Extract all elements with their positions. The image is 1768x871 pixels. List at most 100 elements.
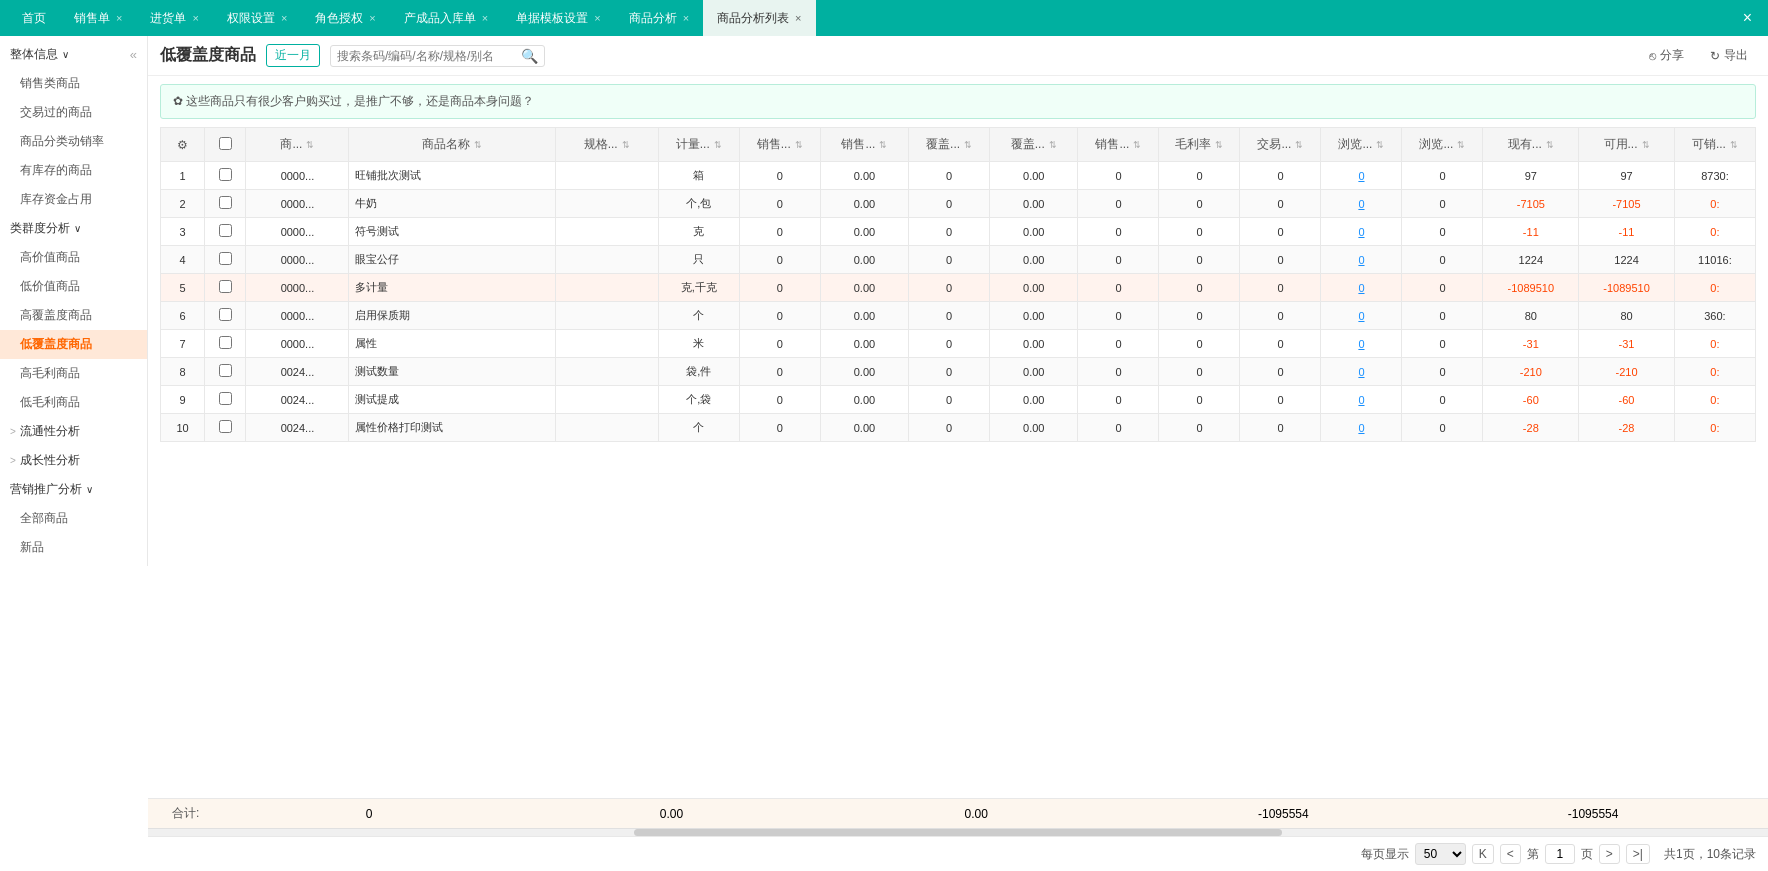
nav-item-permission[interactable]: 权限设置 × xyxy=(213,0,301,36)
row-checkbox[interactable] xyxy=(219,392,232,405)
row-checkbox[interactable] xyxy=(219,196,232,209)
sidebar-item-high-coverage[interactable]: 高覆盖度商品 xyxy=(0,301,147,330)
sidebar-section-liquidity[interactable]: > 流通性分析 xyxy=(0,417,147,446)
cell-check[interactable] xyxy=(205,162,246,190)
sidebar-item-high-value[interactable]: 高价值商品 xyxy=(0,243,147,272)
cell-check[interactable] xyxy=(205,246,246,274)
sidebar-item-new-products[interactable]: 新品 xyxy=(0,533,147,562)
cell-browse1[interactable]: 0 xyxy=(1321,190,1402,218)
close-product-analysis-icon[interactable]: × xyxy=(683,12,689,24)
sidebar-item-in-stock[interactable]: 有库存的商品 xyxy=(0,156,147,185)
search-icon[interactable]: 🔍 xyxy=(521,48,538,64)
close-role-icon[interactable]: × xyxy=(369,12,375,24)
row-checkbox[interactable] xyxy=(219,364,232,377)
first-page-button[interactable]: K xyxy=(1472,844,1494,864)
cell-check[interactable] xyxy=(205,386,246,414)
cell-check[interactable] xyxy=(205,190,246,218)
prev-page-button[interactable]: < xyxy=(1500,844,1521,864)
nav-item-product-analysis[interactable]: 商品分析 × xyxy=(615,0,703,36)
cell-check[interactable] xyxy=(205,358,246,386)
nav-item-role[interactable]: 角色授权 × xyxy=(301,0,389,36)
th-trans[interactable]: 交易...⇅ xyxy=(1240,128,1321,162)
nav-item-purchase[interactable]: 进货单 × xyxy=(136,0,212,36)
th-cover1[interactable]: 覆盖...⇅ xyxy=(909,128,990,162)
th-sales-qty[interactable]: 销售...⇅ xyxy=(739,128,820,162)
cell-browse1[interactable]: 0 xyxy=(1321,330,1402,358)
row-checkbox[interactable] xyxy=(219,420,232,433)
cell-browse1[interactable]: 0 xyxy=(1321,414,1402,442)
row-checkbox[interactable] xyxy=(219,280,232,293)
th-unit[interactable]: 计量...⇅ xyxy=(658,128,739,162)
cell-browse1[interactable]: 0 xyxy=(1321,358,1402,386)
cell-check[interactable] xyxy=(205,414,246,442)
cell-browse1[interactable]: 0 xyxy=(1321,386,1402,414)
sidebar-item-low-margin[interactable]: 低毛利商品 xyxy=(0,388,147,417)
cell-browse1[interactable]: 0 xyxy=(1321,162,1402,190)
table-row[interactable]: 6 0000... 启用保质期 个 0 0.00 0 0.00 0 0 0 0 … xyxy=(161,302,1756,330)
collapse-sidebar-icon[interactable]: « xyxy=(130,47,137,62)
cell-check[interactable] xyxy=(205,274,246,302)
table-row[interactable]: 5 0000... 多计量 克,千克 0 0.00 0 0.00 0 0 0 0… xyxy=(161,274,1756,302)
table-row[interactable]: 9 0024... 测试提成 个,袋 0 0.00 0 0.00 0 0 0 0… xyxy=(161,386,1756,414)
select-all-checkbox[interactable] xyxy=(219,137,232,150)
close-template-icon[interactable]: × xyxy=(594,12,600,24)
th-sales2[interactable]: 销售...⇅ xyxy=(1078,128,1159,162)
table-row[interactable]: 3 0000... 符号测试 克 0 0.00 0 0.00 0 0 0 0 0… xyxy=(161,218,1756,246)
cell-browse1[interactable]: 0 xyxy=(1321,274,1402,302)
th-cover2[interactable]: 覆盖...⇅ xyxy=(990,128,1078,162)
row-checkbox[interactable] xyxy=(219,336,232,349)
table-wrapper[interactable]: ⚙ 商...⇅ 商品名称⇅ 规格...⇅ xyxy=(148,127,1768,798)
sidebar-item-low-value[interactable]: 低价值商品 xyxy=(0,272,147,301)
table-row[interactable]: 2 0000... 牛奶 个,包 0 0.00 0 0.00 0 0 0 0 0… xyxy=(161,190,1756,218)
close-sales-icon[interactable]: × xyxy=(116,12,122,24)
table-row[interactable]: 1 0000... 旺铺批次测试 箱 0 0.00 0 0.00 0 0 0 0… xyxy=(161,162,1756,190)
search-input[interactable] xyxy=(337,49,517,63)
close-permission-icon[interactable]: × xyxy=(281,12,287,24)
share-button[interactable]: ⎋ 分享 xyxy=(1641,44,1692,67)
sidebar-section-growth[interactable]: > 成长性分析 xyxy=(0,446,147,475)
sidebar-item-traded-products[interactable]: 交易过的商品 xyxy=(0,98,147,127)
row-checkbox[interactable] xyxy=(219,168,232,181)
nav-item-home[interactable]: 首页 xyxy=(8,0,60,36)
row-checkbox[interactable] xyxy=(219,224,232,237)
period-button[interactable]: 近一月 xyxy=(266,44,320,67)
th-gear[interactable]: ⚙ xyxy=(161,128,205,162)
cell-browse1[interactable]: 0 xyxy=(1321,302,1402,330)
table-row[interactable]: 4 0000... 眼宝公仔 只 0 0.00 0 0.00 0 0 0 0 0… xyxy=(161,246,1756,274)
sidebar-item-all-products[interactable]: 全部商品 xyxy=(0,504,147,533)
th-browse1[interactable]: 浏览...⇅ xyxy=(1321,128,1402,162)
nav-item-product-analysis-list[interactable]: 商品分析列表 × xyxy=(703,0,815,36)
sidebar-section-group[interactable]: 类群度分析 ∨ xyxy=(0,214,147,243)
sidebar-item-stock-capital[interactable]: 库存资金占用 xyxy=(0,185,147,214)
table-row[interactable]: 7 0000... 属性 米 0 0.00 0 0.00 0 0 0 0 0 -… xyxy=(161,330,1756,358)
nav-item-production[interactable]: 产成品入库单 × xyxy=(390,0,502,36)
close-purchase-icon[interactable]: × xyxy=(192,12,198,24)
th-sales-amt[interactable]: 销售...⇅ xyxy=(820,128,908,162)
export-button[interactable]: ↻ 导出 xyxy=(1702,44,1756,67)
sidebar-section-overall[interactable]: 整体信息 ∨ « xyxy=(0,40,147,69)
cell-browse1[interactable]: 0 xyxy=(1321,246,1402,274)
sidebar-item-low-coverage[interactable]: 低覆盖度商品 xyxy=(0,330,147,359)
row-checkbox[interactable] xyxy=(219,252,232,265)
next-page-button[interactable]: > xyxy=(1599,844,1620,864)
th-browse2[interactable]: 浏览...⇅ xyxy=(1402,128,1483,162)
close-production-icon[interactable]: × xyxy=(482,12,488,24)
sidebar-item-high-margin[interactable]: 高毛利商品 xyxy=(0,359,147,388)
nav-item-sales[interactable]: 销售单 × xyxy=(60,0,136,36)
page-number-input[interactable] xyxy=(1545,844,1575,864)
table-row[interactable]: 10 0024... 属性价格打印测试 个 0 0.00 0 0.00 0 0 … xyxy=(161,414,1756,442)
window-close-button[interactable]: × xyxy=(1735,9,1760,27)
th-name[interactable]: 商品名称⇅ xyxy=(349,128,555,162)
scrollbar-area[interactable] xyxy=(148,828,1768,836)
per-page-select[interactable]: 50 100 200 xyxy=(1415,843,1466,865)
sidebar-item-sales-products[interactable]: 销售类商品 xyxy=(0,69,147,98)
cell-browse1[interactable]: 0 xyxy=(1321,218,1402,246)
th-spec[interactable]: 规格...⇅ xyxy=(555,128,658,162)
cell-check[interactable] xyxy=(205,218,246,246)
th-check[interactable] xyxy=(205,128,246,162)
th-saleable[interactable]: 可销...⇅ xyxy=(1674,128,1755,162)
last-page-button[interactable]: >| xyxy=(1626,844,1650,864)
nav-item-template[interactable]: 单据模板设置 × xyxy=(502,0,614,36)
th-code[interactable]: 商...⇅ xyxy=(246,128,349,162)
table-row[interactable]: 8 0024... 测试数量 袋,件 0 0.00 0 0.00 0 0 0 0… xyxy=(161,358,1756,386)
